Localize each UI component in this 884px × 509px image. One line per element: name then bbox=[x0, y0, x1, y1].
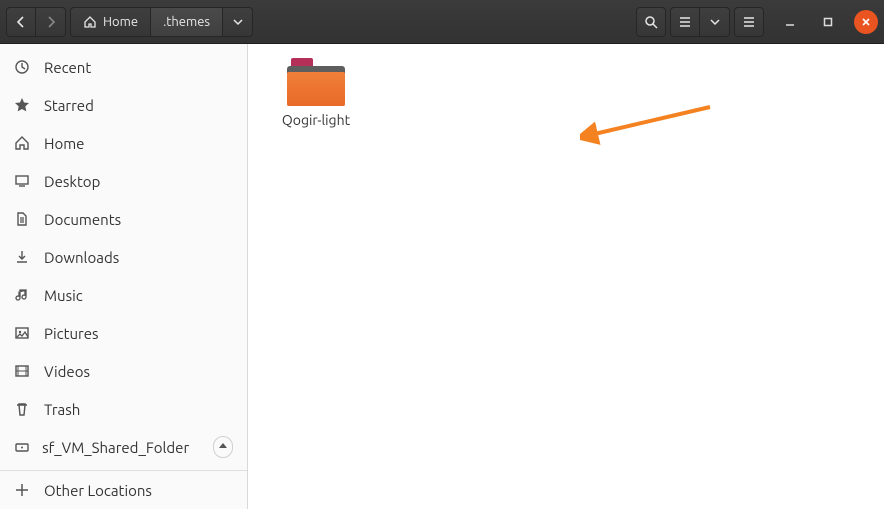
view-switcher bbox=[670, 7, 730, 37]
search-icon bbox=[644, 15, 658, 29]
music-icon bbox=[14, 287, 32, 303]
sidebar-item-label: Music bbox=[44, 287, 83, 304]
maximize-icon bbox=[823, 17, 833, 27]
pathbar: Home .themes bbox=[70, 7, 253, 37]
shared-icon bbox=[14, 439, 30, 455]
view-list-button[interactable] bbox=[670, 7, 700, 37]
sidebar-item-recent[interactable]: Recent bbox=[0, 48, 247, 86]
plus-icon bbox=[14, 482, 32, 498]
headerbar: Home .themes bbox=[0, 0, 884, 44]
eject-icon bbox=[218, 442, 228, 452]
chevron-down-icon bbox=[233, 17, 243, 27]
places-sidebar: Recent Starred Home Desktop Documents Downloa… bbox=[0, 44, 248, 509]
sidebar-item-label: Home bbox=[44, 135, 84, 152]
path-segment-current[interactable]: .themes bbox=[151, 7, 223, 37]
nav-back-button[interactable] bbox=[6, 7, 36, 37]
folder-icon bbox=[287, 58, 345, 106]
sidebar-item-starred[interactable]: Starred bbox=[0, 86, 247, 124]
folder-label: Qogir-light bbox=[282, 112, 350, 128]
window-close-button[interactable] bbox=[854, 10, 878, 34]
nav-forward-button[interactable] bbox=[36, 7, 66, 37]
pictures-icon bbox=[14, 325, 32, 341]
sidebar-item-label: Starred bbox=[44, 97, 94, 114]
content-area[interactable]: Qogir-light bbox=[248, 44, 884, 509]
sidebar-item-label: Desktop bbox=[44, 173, 100, 190]
recent-icon bbox=[14, 59, 32, 75]
sidebar-item-label: Trash bbox=[44, 401, 80, 418]
view-options-button[interactable] bbox=[700, 7, 730, 37]
sidebar-item-label: Pictures bbox=[44, 325, 99, 342]
minimize-icon bbox=[785, 17, 795, 27]
desktop-icon bbox=[14, 173, 32, 189]
sidebar-item-videos[interactable]: Videos bbox=[0, 352, 247, 390]
home-icon bbox=[14, 135, 32, 151]
sidebar-item-home[interactable]: Home bbox=[0, 124, 247, 162]
window-maximize-button[interactable] bbox=[816, 10, 840, 34]
sidebar-item-desktop[interactable]: Desktop bbox=[0, 162, 247, 200]
sidebar-item-label: Downloads bbox=[44, 249, 119, 266]
videos-icon bbox=[14, 363, 32, 379]
chevron-left-icon bbox=[15, 16, 27, 28]
hamburger-menu-button[interactable] bbox=[734, 7, 764, 37]
sidebar-other-locations[interactable]: Other Locations bbox=[0, 471, 247, 509]
sidebar-item-downloads[interactable]: Downloads bbox=[0, 238, 247, 276]
path-segment-label: .themes bbox=[163, 15, 210, 29]
sidebar-item-documents[interactable]: Documents bbox=[0, 200, 247, 238]
annotation-arrow bbox=[580, 99, 720, 149]
sidebar-item-label: sf_VM_Shared_Folder bbox=[42, 439, 189, 456]
sidebar-item-label: Documents bbox=[44, 211, 121, 228]
trash-icon bbox=[14, 401, 32, 417]
eject-button[interactable] bbox=[213, 436, 233, 458]
chevron-right-icon bbox=[45, 16, 57, 28]
folder-item[interactable]: Qogir-light bbox=[268, 58, 364, 128]
path-dropdown-button[interactable] bbox=[223, 7, 253, 37]
nav-back-forward-group bbox=[6, 7, 66, 37]
sidebar-item-label: Videos bbox=[44, 363, 90, 380]
chevron-down-icon bbox=[710, 17, 720, 27]
search-button[interactable] bbox=[636, 7, 666, 37]
close-icon bbox=[861, 17, 871, 27]
sidebar-item-pictures[interactable]: Pictures bbox=[0, 314, 247, 352]
path-segment-label: Home bbox=[103, 15, 138, 29]
hamburger-icon bbox=[742, 15, 756, 29]
list-icon bbox=[678, 15, 692, 29]
downloads-icon bbox=[14, 249, 32, 265]
path-segment-home[interactable]: Home bbox=[70, 7, 151, 37]
sidebar-item-trash[interactable]: Trash bbox=[0, 390, 247, 428]
sidebar-item-music[interactable]: Music bbox=[0, 276, 247, 314]
sidebar-item-shared[interactable]: sf_VM_Shared_Folder bbox=[0, 428, 247, 466]
sidebar-item-label: Other Locations bbox=[44, 482, 152, 499]
documents-icon bbox=[14, 211, 32, 227]
starred-icon bbox=[14, 97, 32, 113]
sidebar-item-label: Recent bbox=[44, 59, 91, 76]
home-icon bbox=[83, 15, 97, 29]
window-minimize-button[interactable] bbox=[778, 10, 802, 34]
